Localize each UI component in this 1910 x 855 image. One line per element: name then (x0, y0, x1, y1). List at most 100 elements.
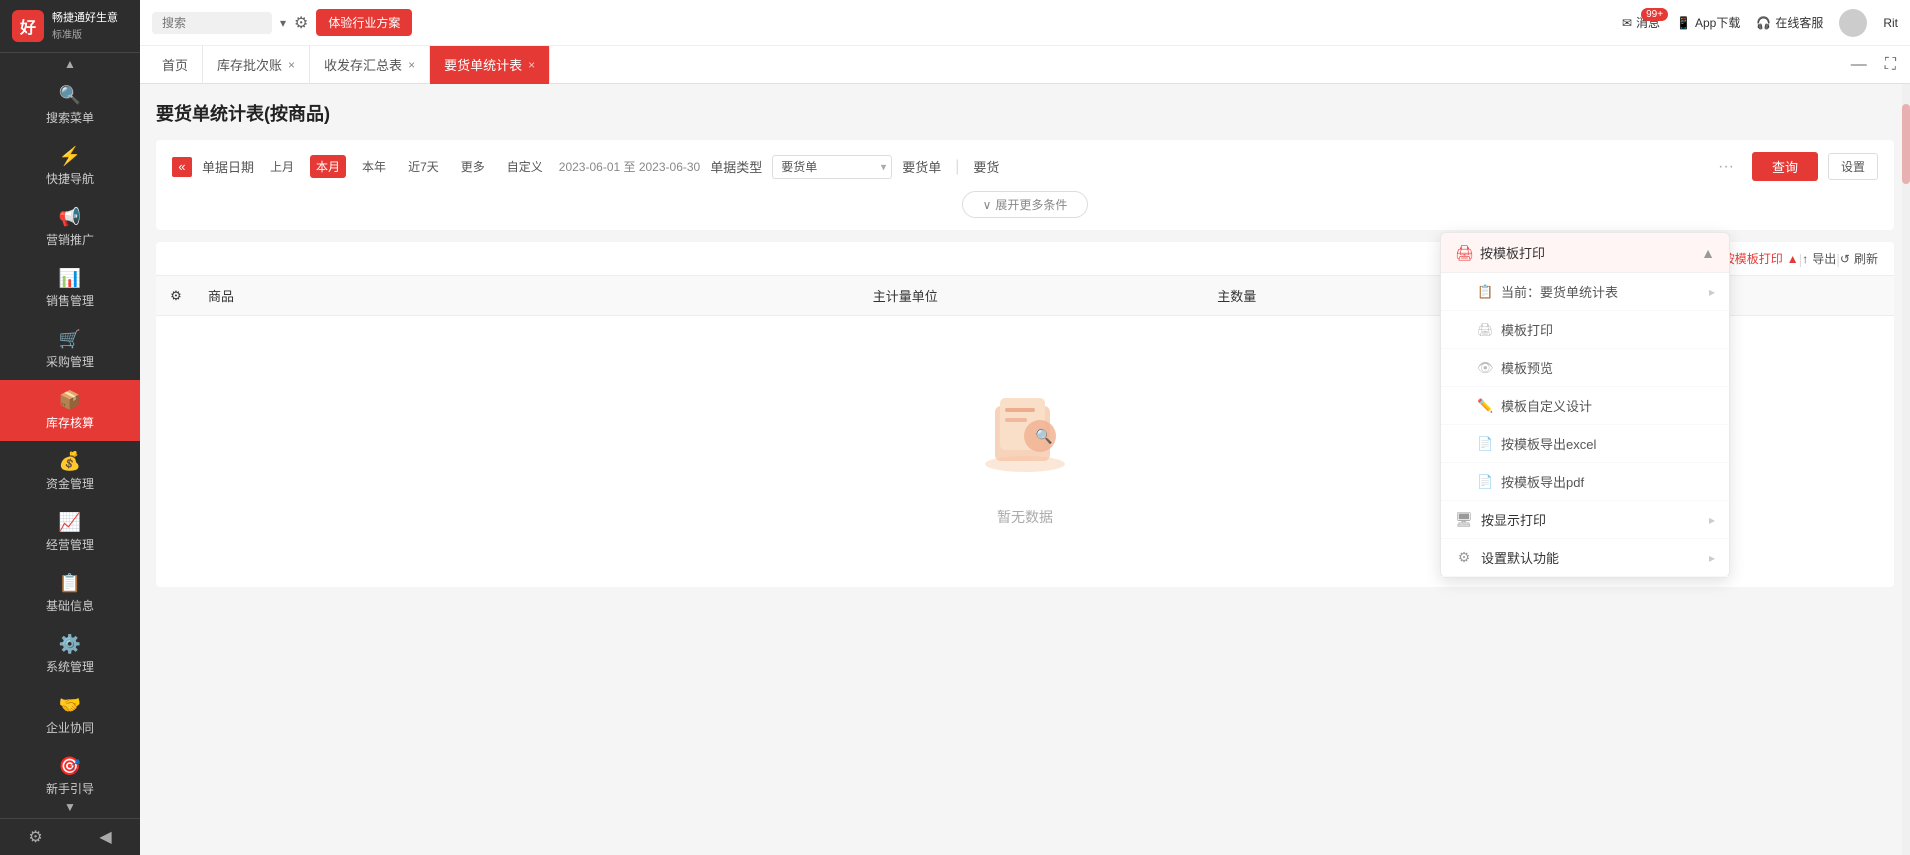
dropdown-collapse-btn[interactable]: ▲ (1701, 245, 1715, 261)
template-custom-label: 模板自定义设计 (1501, 396, 1592, 415)
search-icon: 🔍 (59, 85, 81, 106)
set-default-label: 设置默认功能 (1481, 548, 1559, 567)
sidebar-item-system[interactable]: ⚙️ 系统管理 (0, 624, 140, 685)
tab-order-stats[interactable]: 要货单统计表 × (430, 46, 550, 84)
date-prev-month-btn[interactable]: 上月 (264, 155, 300, 178)
sidebar-item-finance[interactable]: 💰 资金管理 (0, 441, 140, 502)
message-btn[interactable]: ✉ 消息 99+ (1622, 14, 1660, 31)
display-icon: 🖥 (1455, 511, 1473, 528)
filter-settings-btn[interactable]: 设置 (1828, 153, 1878, 180)
sidebar-item-shortcut[interactable]: ⚡ 快捷导航 (0, 136, 140, 197)
filter-dots[interactable]: ··· (1718, 158, 1734, 176)
minimize-btn[interactable]: — (1845, 54, 1873, 76)
sales-icon: 📊 (59, 268, 81, 289)
tab-home-label: 首页 (162, 55, 188, 74)
tab-inventory-batch-close[interactable]: × (288, 58, 295, 72)
app-name: 畅捷通好生意 (52, 11, 118, 26)
dropdown-set-default[interactable]: ⚙ 设置默认功能 ▸ (1441, 539, 1729, 577)
sidebar-item-marketing[interactable]: 📢 营销推广 (0, 197, 140, 258)
tab-inventory-batch[interactable]: 库存批次账 × (203, 46, 310, 84)
date-custom-btn[interactable]: 自定义 (501, 155, 549, 178)
tab-receipt-summary[interactable]: 收发存汇总表 × (310, 46, 430, 84)
th-gear[interactable]: ⚙ (156, 288, 196, 304)
tab-receipt-summary-close[interactable]: × (408, 58, 415, 72)
search-dropdown-btn[interactable]: ▾ (280, 16, 286, 30)
type-select[interactable]: 要货单 (772, 155, 892, 179)
sidebar-item-search[interactable]: 🔍 搜索菜单 (0, 75, 140, 136)
search-input[interactable] (152, 12, 272, 34)
current-template-icon: 📋 (1477, 284, 1493, 300)
export-label: 导出 (1812, 250, 1836, 267)
settings-bottom-btn[interactable]: ⚙ (28, 827, 42, 847)
tab-order-stats-label: 要货单统计表 (444, 55, 522, 74)
expand-conditions-label: 展开更多条件 (995, 196, 1067, 213)
date-7days-btn[interactable]: 近7天 (402, 155, 445, 178)
chevron-up-icon: ▲ (1787, 252, 1799, 266)
refresh-btn[interactable]: ↺ 刷新 (1840, 250, 1878, 267)
sidebar-item-basics[interactable]: 📋 基础信息 (0, 563, 140, 624)
dropdown-header-left: 🖨 按模板打印 (1455, 243, 1545, 262)
dropdown-template-preview[interactable]: 👁 模板预览 (1441, 349, 1729, 387)
date-more-btn[interactable]: 更多 (455, 155, 491, 178)
app-download-btn[interactable]: 📱 App下载 (1676, 14, 1740, 31)
print-template-label: 按模板打印 (1723, 250, 1783, 267)
date-label: 单据日期 (202, 157, 254, 176)
dropdown-current-template[interactable]: 📋 当前：要货单统计表 ▸ (1441, 273, 1729, 311)
expand-conditions: ∨ 展开更多条件 (172, 191, 1878, 218)
sidebar-item-newbie[interactable]: 🎯 新手引导 (0, 746, 140, 796)
sidebar-item-label: 营销推广 (46, 231, 94, 248)
dropdown-template-custom[interactable]: ✏️ 模板自定义设计 (1441, 387, 1729, 425)
sidebar-item-inventory[interactable]: 📦 库存核算 (0, 380, 140, 441)
empty-text: 暂无数据 (997, 507, 1053, 527)
printer-icon-dropdown: 🖨 (1455, 244, 1474, 262)
restore-btn[interactable]: ⛶ (1879, 54, 1902, 76)
topbar-gear-btn[interactable]: ⚙ (294, 13, 308, 33)
dropdown-export-pdf[interactable]: 📄 按模板导出pdf (1441, 463, 1729, 501)
collapse-btn[interactable]: ◀ (99, 827, 111, 847)
sidebar-item-label: 搜索菜单 (46, 109, 94, 126)
page-content: 要货单统计表(按商品) « 单据日期 上月 本月 本年 近7天 更多 自定义 2… (140, 84, 1910, 855)
online-service-btn[interactable]: 🎧 在线客服 (1756, 14, 1823, 31)
current-template-label: 当前：要货单统计表 (1501, 282, 1618, 301)
category-label: 要货单 (902, 157, 941, 176)
message-badge: 99+ (1641, 8, 1668, 21)
export-btn[interactable]: ↑ 导出 (1802, 250, 1836, 267)
tab-receipt-summary-label: 收发存汇总表 (324, 55, 402, 74)
type-select-wrapper: 要货单 (772, 155, 892, 179)
refresh-icon: ↺ (1840, 252, 1850, 266)
date-current-month-btn[interactable]: 本月 (310, 155, 346, 178)
dropdown-export-excel[interactable]: 📄 按模板导出excel (1441, 425, 1729, 463)
industry-btn[interactable]: 体验行业方案 (316, 9, 412, 36)
phone-icon: 📱 (1676, 16, 1691, 30)
query-btn[interactable]: 查询 (1752, 152, 1818, 181)
date-current-year-btn[interactable]: 本年 (356, 155, 392, 178)
display-print-label: 按显示打印 (1481, 510, 1546, 529)
filter-expand-btn[interactable]: « (172, 157, 192, 177)
sidebar-scroll-down[interactable]: ▼ (0, 796, 140, 818)
goods-label: 要货 (973, 157, 999, 176)
dropdown-display-print[interactable]: 🖥 按显示打印 ▸ (1441, 501, 1729, 539)
app-logo: 好 畅捷通好生意 标准版 (0, 0, 140, 53)
sidebar-item-label: 库存核算 (46, 414, 94, 431)
sidebar-item-purchase[interactable]: 🛒 采购管理 (0, 319, 140, 380)
sidebar-item-enterprise[interactable]: 🤝 企业协同 (0, 685, 140, 746)
sidebar-item-label: 系统管理 (46, 658, 94, 675)
sidebar-item-sales[interactable]: 📊 销售管理 (0, 258, 140, 319)
avatar[interactable] (1839, 9, 1867, 37)
inventory-icon: 📦 (59, 390, 81, 411)
app-version: 标准版 (52, 26, 118, 41)
display-print-chevron: ▸ (1709, 513, 1715, 527)
sidebar-item-operations[interactable]: 📈 经营管理 (0, 502, 140, 563)
tab-inventory-batch-label: 库存批次账 (217, 55, 282, 74)
headset-icon: 🎧 (1756, 16, 1771, 30)
tab-order-stats-close[interactable]: × (528, 58, 535, 72)
dropdown-template-print[interactable]: 🖨 模板打印 (1441, 311, 1729, 349)
scrollbar-thumb[interactable] (1902, 104, 1910, 184)
tab-home[interactable]: 首页 (148, 46, 203, 84)
purchase-icon: 🛒 (59, 329, 81, 350)
dropdown-header: 🖨 按模板打印 ▲ (1441, 233, 1729, 273)
online-service-label: 在线客服 (1775, 14, 1823, 31)
sidebar-scroll-up[interactable]: ▲ (0, 53, 140, 75)
expand-conditions-btn[interactable]: ∨ 展开更多条件 (962, 191, 1089, 218)
right-scrollbar[interactable] (1902, 84, 1910, 855)
